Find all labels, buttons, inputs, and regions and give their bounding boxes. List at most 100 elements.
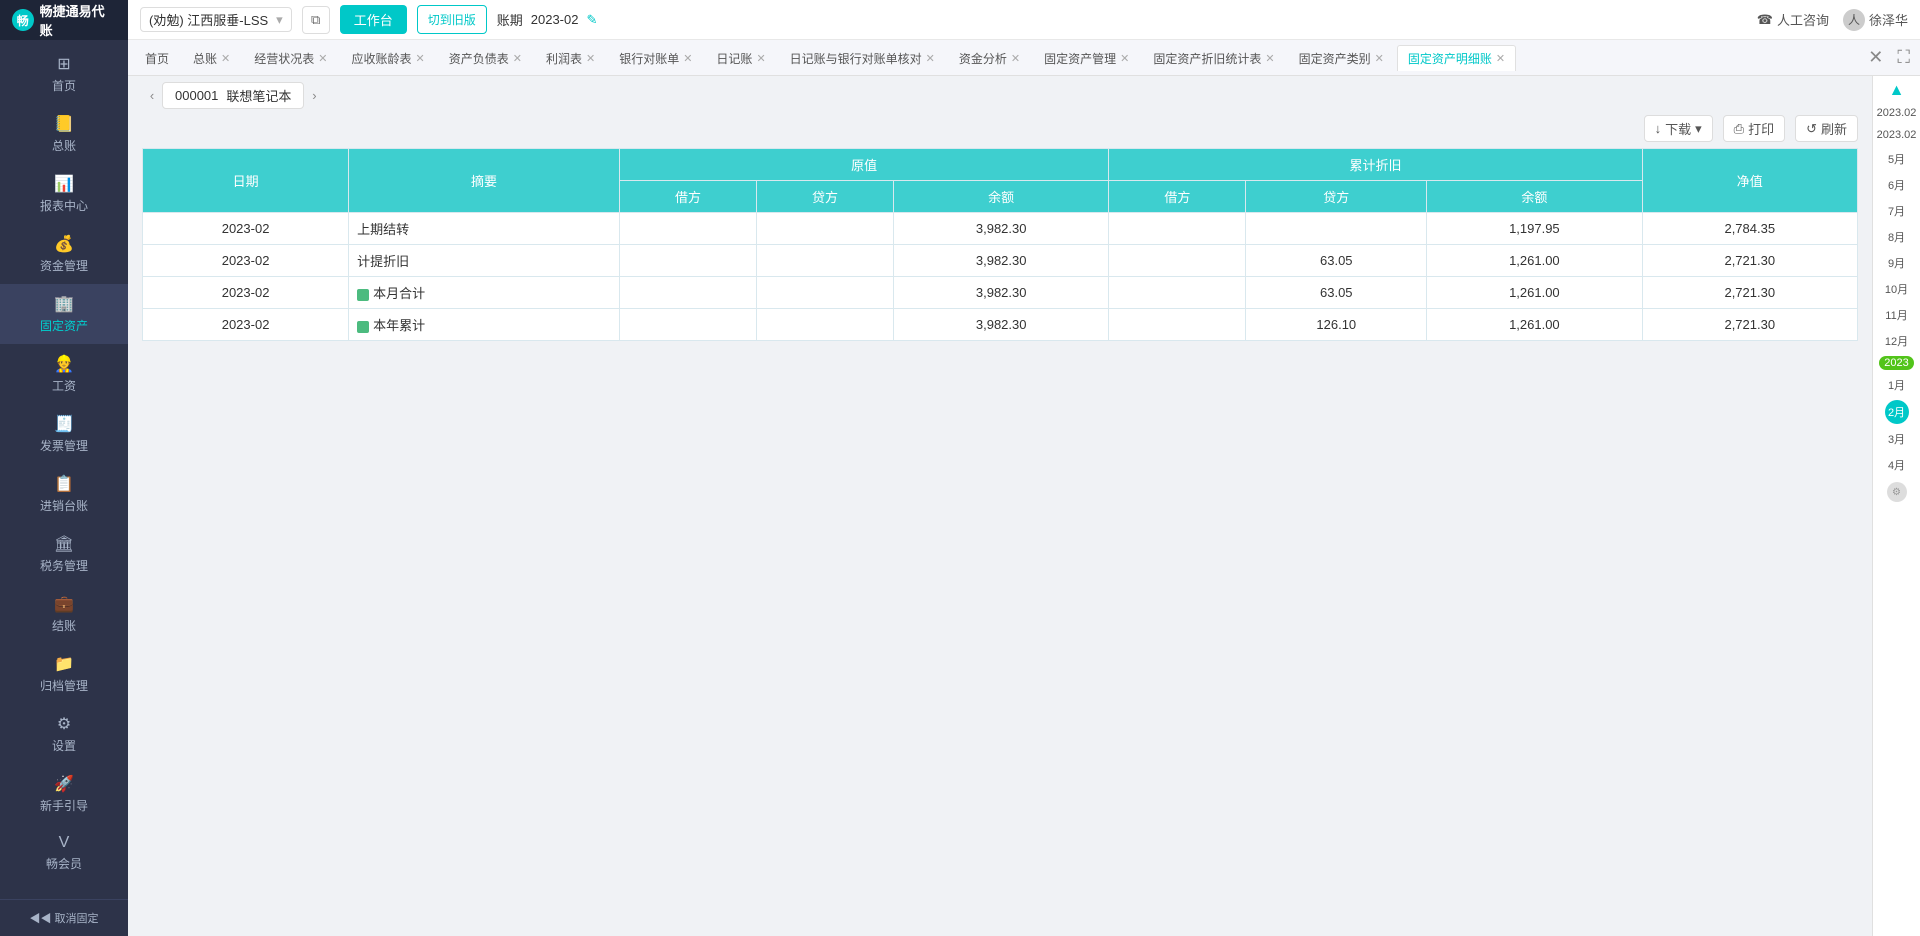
sidebar-logo: 畅 畅捷通易代账 — [0, 0, 128, 40]
tab-accounts-receivable[interactable]: 应收账龄表 ✕ — [340, 45, 435, 71]
sidebar-item-ledger[interactable]: 📒 总账 — [0, 104, 128, 164]
tab-fixed-assets-detail[interactable]: 固定资产明细账 ✕ — [1397, 45, 1516, 71]
maximize-icon[interactable]: ⛶ — [1893, 47, 1914, 68]
tax-icon: 🏛 — [54, 534, 74, 554]
date-panel-settings-icon[interactable]: ⚙ — [1887, 482, 1907, 502]
tab-journal[interactable]: 日记账 ✕ — [705, 45, 776, 71]
tab-balance-sheet[interactable]: 资产负债表 ✕ — [438, 45, 533, 71]
date-item-sep[interactable]: 9月 — [1873, 250, 1920, 276]
tab-close-icon[interactable]: ✕ — [1265, 52, 1274, 65]
date-item-jul[interactable]: 7月 — [1873, 198, 1920, 224]
page-content: ‹ 000001 联想笔记本 › ↓ 下载 ▾ ⎙ 打印 — [128, 76, 1872, 936]
copy-button[interactable]: ⧉ — [302, 6, 330, 34]
cell-accum-debit — [1109, 213, 1246, 245]
edit-period-icon[interactable]: ✎ — [586, 12, 597, 28]
tabbar: 首页 总账 ✕ 经营状况表 ✕ 应收账龄表 ✕ 资产负债表 ✕ 利润表 ✕ 银行… — [128, 40, 1920, 76]
print-button[interactable]: ⎙ 打印 — [1723, 115, 1785, 142]
sidebar-item-fixed-assets[interactable]: 🏢 固定资产 — [0, 284, 128, 344]
close-tab-icon[interactable]: ✕ — [1864, 47, 1887, 68]
date-item-may[interactable]: 5月 — [1873, 146, 1920, 172]
tab-close-icon[interactable]: ✕ — [1375, 52, 1384, 65]
sidebar-item-tax[interactable]: 🏛 税务管理 — [0, 524, 128, 584]
tab-close-icon[interactable]: ✕ — [683, 52, 692, 65]
tab-journal-bank-check[interactable]: 日记账与银行对账单核对 ✕ — [779, 45, 946, 71]
company-selector[interactable]: (劝勉) 江西服垂-LSS ▾ — [140, 7, 292, 32]
sidebar-item-sales[interactable]: 📋 进销台账 — [0, 464, 128, 524]
date-item-feb-current[interactable]: 2月 — [1885, 400, 1909, 424]
tab-profit-statement[interactable]: 利润表 ✕ — [535, 45, 606, 71]
payroll-icon: 👷 — [54, 354, 74, 374]
tab-bank-reconciliation[interactable]: 银行对账单 ✕ — [608, 45, 703, 71]
content-area: ‹ 000001 联想笔记本 › ↓ 下载 ▾ ⎙ 打印 — [128, 76, 1920, 936]
cell-orig-balance: 3,982.30 — [894, 213, 1109, 245]
refresh-button[interactable]: ↺ 刷新 — [1795, 115, 1858, 142]
cell-date: 2023-02 — [143, 309, 349, 341]
date-scroll-up[interactable]: ▲ — [1889, 82, 1905, 100]
download-icon: ↓ — [1655, 121, 1662, 136]
user-profile[interactable]: 人 徐泽华 — [1843, 9, 1908, 31]
tab-close-icon[interactable]: ✕ — [1496, 52, 1505, 65]
tab-close-icon[interactable]: ✕ — [416, 52, 425, 65]
tab-fixed-assets-category[interactable]: 固定资产类别 ✕ — [1288, 45, 1395, 71]
date-item-aug[interactable]: 8月 — [1873, 224, 1920, 250]
nav-next-arrow[interactable]: › — [304, 86, 324, 106]
date-item-jan[interactable]: 1月 — [1873, 372, 1920, 398]
cell-orig-credit — [756, 309, 893, 341]
sidebar-item-settings[interactable]: ⚙ 设置 — [0, 704, 128, 764]
tab-close-icon[interactable]: ✕ — [756, 52, 765, 65]
workbench-button[interactable]: 工作台 — [340, 5, 407, 34]
sidebar-item-label: 报表中心 — [40, 197, 88, 214]
tab-close-icon[interactable]: ✕ — [513, 52, 522, 65]
tab-close-icon[interactable]: ✕ — [1120, 52, 1129, 65]
tab-close-icon[interactable]: ✕ — [318, 52, 327, 65]
sidebar-item-funds[interactable]: 💰 资金管理 — [0, 224, 128, 284]
nav-prev-arrow[interactable]: ‹ — [142, 86, 162, 106]
tab-close-icon[interactable]: ✕ — [1011, 52, 1020, 65]
date-item-oct[interactable]: 10月 — [1873, 276, 1920, 302]
sidebar-item-reports[interactable]: 📊 报表中心 — [0, 164, 128, 224]
sidebar-item-label: 设置 — [52, 737, 76, 754]
date-item-2023-02-second[interactable]: 2023.02 — [1873, 124, 1920, 146]
tab-close-icon[interactable]: ✕ — [221, 52, 230, 65]
tab-close-icon[interactable]: ✕ — [586, 52, 595, 65]
cell-orig-debit — [619, 309, 756, 341]
tab-home[interactable]: 首页 — [134, 45, 180, 71]
date-item-jun[interactable]: 6月 — [1873, 172, 1920, 198]
user-avatar-icon: 人 — [1843, 9, 1865, 31]
cell-date: 2023-02 — [143, 245, 349, 277]
tab-depreciation-stats[interactable]: 固定资产折旧统计表 ✕ — [1142, 45, 1285, 71]
sidebar-item-member[interactable]: V 畅会员 — [0, 824, 128, 882]
tab-fixed-assets-management[interactable]: 固定资产管理 ✕ — [1033, 45, 1140, 71]
tab-close-icon[interactable]: ✕ — [926, 52, 935, 65]
sidebar-item-archive[interactable]: 📁 归档管理 — [0, 644, 128, 704]
sidebar-item-close-accounts[interactable]: 💼 结账 — [0, 584, 128, 644]
tab-management-status[interactable]: 经营状况表 ✕ — [243, 45, 338, 71]
date-item-nov[interactable]: 11月 — [1873, 302, 1920, 328]
col-accum-balance: 余额 — [1427, 181, 1642, 213]
sidebar-item-guide[interactable]: 🚀 新手引导 — [0, 764, 128, 824]
human-service-btn[interactable]: ☎ 人工咨询 — [1757, 10, 1829, 29]
cell-net-value: 2,721.30 — [1642, 309, 1857, 341]
sidebar-item-invoice[interactable]: 🧾 发票管理 — [0, 404, 128, 464]
col-net-value: 净值 — [1642, 149, 1857, 213]
col-orig-debit: 借方 — [619, 181, 756, 213]
sidebar-item-label: 进销台账 — [40, 497, 88, 514]
sidebar-item-label: 结账 — [52, 617, 76, 634]
tab-general-ledger[interactable]: 总账 ✕ — [182, 45, 241, 71]
funds-icon: 💰 — [54, 234, 74, 254]
cell-accum-credit — [1246, 213, 1427, 245]
sidebar-item-payroll[interactable]: 👷 工资 — [0, 344, 128, 404]
table-row: 2023-02 计提折旧 3,982.30 63.05 1,261.00 2,7… — [143, 245, 1858, 277]
date-item-apr[interactable]: 4月 — [1873, 452, 1920, 478]
sidebar-item-label: 税务管理 — [40, 557, 88, 574]
download-button[interactable]: ↓ 下载 ▾ — [1644, 115, 1713, 142]
date-item-mar[interactable]: 3月 — [1873, 426, 1920, 452]
switch-version-button[interactable]: 切到旧版 — [417, 5, 487, 34]
table-row: 2023-02 本年累计 3,982.30 126.10 1,261.00 2,… — [143, 309, 1858, 341]
table-wrapper: 日期 摘要 原值 累计折旧 净值 借方 贷方 余额 借方 贷方 余额 — [128, 148, 1872, 936]
date-item-dec[interactable]: 12月 — [1873, 328, 1920, 354]
sidebar-toggle-fixed[interactable]: ◀◀ 取消固定 — [0, 899, 128, 936]
tab-fund-analysis[interactable]: 资金分析 ✕ — [948, 45, 1031, 71]
sidebar-item-home[interactable]: ⊞ 首页 — [0, 44, 128, 104]
date-item-2023-02-top[interactable]: 2023.02 — [1873, 102, 1920, 124]
